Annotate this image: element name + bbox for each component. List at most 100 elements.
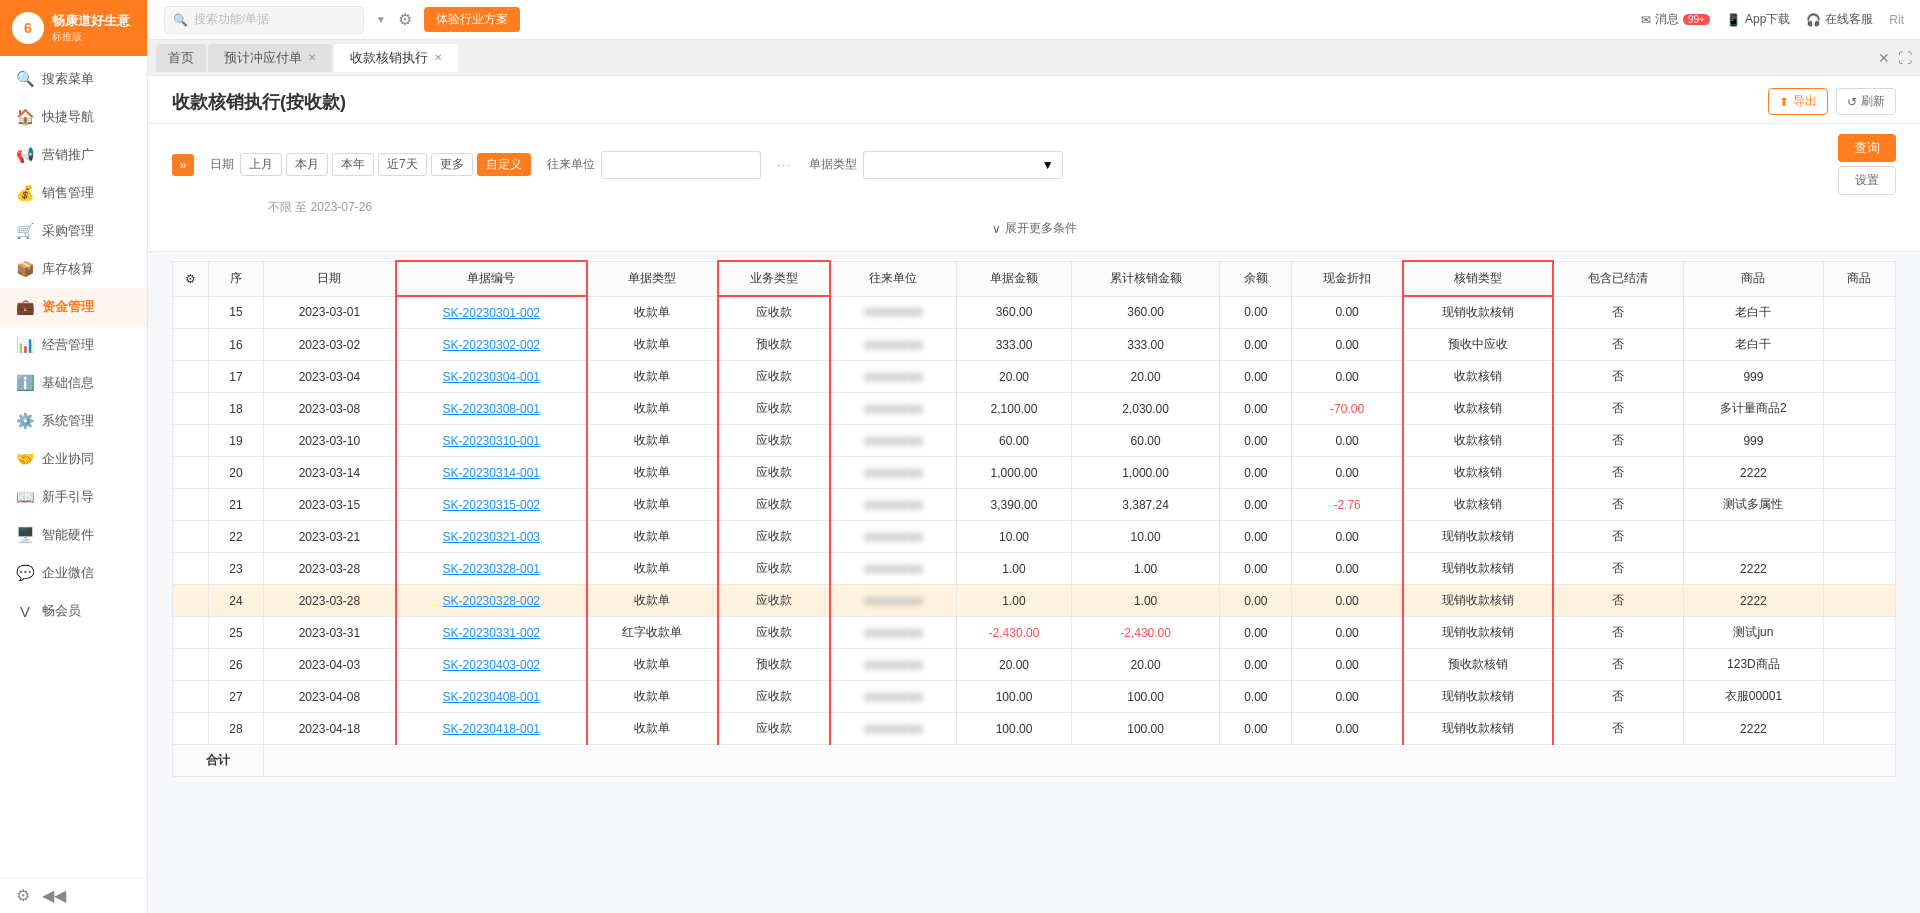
export-button[interactable]: ⬆ 导出 bbox=[1768, 88, 1828, 115]
cell-biz-type: 应收款 bbox=[718, 521, 830, 553]
sidebar-item-basic[interactable]: ℹ️ 基础信息 bbox=[0, 364, 147, 402]
cell-writeoff: 10.00 bbox=[1071, 521, 1220, 553]
doc-no-link[interactable]: SK-20230328-002 bbox=[443, 594, 540, 608]
doc-no-link[interactable]: SK-20230403-002 bbox=[443, 658, 540, 672]
cell-writeoff: 1.00 bbox=[1071, 585, 1220, 617]
cell-partner: ■■■■■■■■ bbox=[830, 361, 957, 393]
maximize-icon[interactable]: ⛶ bbox=[1898, 50, 1912, 66]
cell-settled: 否 bbox=[1553, 361, 1683, 393]
chevron-down-icon: ∨ bbox=[992, 222, 1001, 236]
filter-date-item: 日期 上月 本月 本年 近7天 更多 自定义 bbox=[210, 153, 531, 176]
sidebar-item-system[interactable]: ⚙️ 系统管理 bbox=[0, 402, 147, 440]
cell-product2 bbox=[1823, 553, 1895, 585]
doc-no-link[interactable]: SK-20230321-003 bbox=[443, 530, 540, 544]
doc-type-select[interactable]: ▼ bbox=[863, 151, 1063, 179]
cell-doc-no: SK-20230328-002 bbox=[396, 585, 587, 617]
sidebar-item-guide[interactable]: 📖 新手引导 bbox=[0, 478, 147, 516]
sidebar-item-nav[interactable]: 🏠 快捷导航 bbox=[0, 98, 147, 136]
sidebar-item-finance[interactable]: 💼 资金管理 bbox=[0, 288, 147, 326]
topbar-search[interactable]: 🔍 搜索功能/单据 bbox=[164, 6, 364, 34]
cell-gear bbox=[173, 617, 209, 649]
refresh-button[interactable]: ↺ 刷新 bbox=[1836, 88, 1896, 115]
cell-biz-type: 应收款 bbox=[718, 585, 830, 617]
doc-no-link[interactable]: SK-20230408-001 bbox=[443, 690, 540, 704]
cell-doc-no: SK-20230302-002 bbox=[396, 329, 587, 361]
table-row: 21 2023-03-15 SK-20230315-002 收款单 应收款 ■■… bbox=[173, 489, 1896, 521]
cell-balance: 0.00 bbox=[1220, 296, 1292, 329]
table-row: 16 2023-03-02 SK-20230302-002 收款单 预收款 ■■… bbox=[173, 329, 1896, 361]
cell-product1: 测试jun bbox=[1683, 617, 1823, 649]
setting-button[interactable]: 设置 bbox=[1838, 166, 1896, 195]
cell-settled: 否 bbox=[1553, 617, 1683, 649]
service-btn[interactable]: 🎧 在线客服 bbox=[1806, 11, 1873, 28]
query-button[interactable]: 查询 bbox=[1838, 134, 1896, 162]
sidebar-item-sales[interactable]: 💰 销售管理 bbox=[0, 174, 147, 212]
sidebar-item-member[interactable]: V 畅会员 bbox=[0, 592, 147, 630]
cell-gear bbox=[173, 425, 209, 457]
date-btn-last-month[interactable]: 上月 bbox=[240, 153, 282, 176]
sidebar-item-corp[interactable]: 🤝 企业协同 bbox=[0, 440, 147, 478]
settings-icon[interactable]: ⚙ bbox=[16, 886, 30, 905]
sidebar-item-operations[interactable]: 📊 经营管理 bbox=[0, 326, 147, 364]
sidebar-item-hardware[interactable]: 🖥️ 智能硬件 bbox=[0, 516, 147, 554]
sales-icon: 💰 bbox=[16, 184, 34, 202]
sidebar-item-purchase[interactable]: 🛒 采购管理 bbox=[0, 212, 147, 250]
date-btn-this-month[interactable]: 本月 bbox=[286, 153, 328, 176]
cell-product2 bbox=[1823, 617, 1895, 649]
doc-no-link[interactable]: SK-20230308-001 bbox=[443, 402, 540, 416]
date-btn-this-year[interactable]: 本年 bbox=[332, 153, 374, 176]
th-gear[interactable]: ⚙ bbox=[173, 261, 209, 296]
partner-input[interactable] bbox=[601, 151, 761, 179]
doc-no-link[interactable]: SK-20230418-001 bbox=[443, 722, 540, 736]
doc-no-link[interactable]: SK-20230314-001 bbox=[443, 466, 540, 480]
industry-btn[interactable]: 体验行业方案 bbox=[424, 7, 520, 32]
date-btn-custom[interactable]: 自定义 bbox=[477, 153, 531, 176]
cell-date: 2023-03-10 bbox=[263, 425, 395, 457]
cell-product2 bbox=[1823, 521, 1895, 553]
cell-product1: 2222 bbox=[1683, 585, 1823, 617]
payable-tab-close[interactable]: ✕ bbox=[308, 52, 316, 63]
cell-settled: 否 bbox=[1553, 296, 1683, 329]
topbar-gear-icon[interactable]: ⚙ bbox=[398, 10, 412, 29]
message-btn[interactable]: ✉ 消息 99+ bbox=[1641, 11, 1710, 28]
date-btn-more[interactable]: 更多 bbox=[431, 153, 473, 176]
export-icon: ⬆ bbox=[1779, 95, 1789, 109]
sidebar-item-stock[interactable]: 📦 库存核算 bbox=[0, 250, 147, 288]
doc-no-link[interactable]: SK-20230301-002 bbox=[443, 306, 540, 320]
cell-sn: 22 bbox=[209, 521, 264, 553]
cell-date: 2023-04-18 bbox=[263, 713, 395, 745]
cell-balance: 0.00 bbox=[1220, 521, 1292, 553]
sidebar-item-search[interactable]: 🔍 搜索菜单 bbox=[0, 60, 147, 98]
date-btn-7days[interactable]: 近7天 bbox=[378, 153, 427, 176]
tab-payable[interactable]: 预计冲应付单 ✕ bbox=[208, 44, 332, 72]
expand-arrow-btn[interactable]: » bbox=[172, 154, 194, 176]
table-row: 22 2023-03-21 SK-20230321-003 收款单 应收款 ■■… bbox=[173, 521, 1896, 553]
cell-gear bbox=[173, 521, 209, 553]
expand-more-btn[interactable]: ∨ 展开更多条件 bbox=[992, 220, 1077, 237]
app-download-btn[interactable]: 📱 App下载 bbox=[1726, 11, 1790, 28]
doc-no-link[interactable]: SK-20230310-001 bbox=[443, 434, 540, 448]
dropdown-icon[interactable]: ▼ bbox=[376, 14, 386, 25]
sidebar-item-wechat[interactable]: 💬 企业微信 bbox=[0, 554, 147, 592]
topbar-actions: ✉ 消息 99+ 📱 App下载 🎧 在线客服 Rit bbox=[1641, 11, 1904, 28]
collapse-icon[interactable]: ◀◀ bbox=[42, 886, 66, 905]
doc-no-link[interactable]: SK-20230304-001 bbox=[443, 370, 540, 384]
cell-balance: 0.00 bbox=[1220, 329, 1292, 361]
page-content: 收款核销执行(按收款) ⬆ 导出 ↺ 刷新 » 日期 bbox=[148, 76, 1920, 913]
sidebar-item-marketing[interactable]: 📢 营销推广 bbox=[0, 136, 147, 174]
doc-no-link[interactable]: SK-20230302-002 bbox=[443, 338, 540, 352]
doc-no-link[interactable]: SK-20230331-002 bbox=[443, 626, 540, 640]
cell-date: 2023-03-04 bbox=[263, 361, 395, 393]
table-row: 23 2023-03-28 SK-20230328-001 收款单 应收款 ■■… bbox=[173, 553, 1896, 585]
cell-balance: 0.00 bbox=[1220, 649, 1292, 681]
tab-writeoff[interactable]: 收款核销执行 ✕ bbox=[334, 44, 458, 72]
close-window-icon[interactable]: ✕ bbox=[1878, 50, 1890, 66]
table-header: ⚙ 序 日期 单据编号 单据类型 业务类型 往来单位 单据金额 累计核销金额 余… bbox=[173, 261, 1896, 296]
doc-no-link[interactable]: SK-20230315-002 bbox=[443, 498, 540, 512]
cell-sn: 19 bbox=[209, 425, 264, 457]
tab-home[interactable]: 首页 bbox=[156, 44, 206, 72]
writeoff-tab-close[interactable]: ✕ bbox=[434, 52, 442, 63]
cell-settled: 否 bbox=[1553, 329, 1683, 361]
sidebar-logo: 6 畅康道好生意 标推版 bbox=[0, 0, 147, 56]
doc-no-link[interactable]: SK-20230328-001 bbox=[443, 562, 540, 576]
